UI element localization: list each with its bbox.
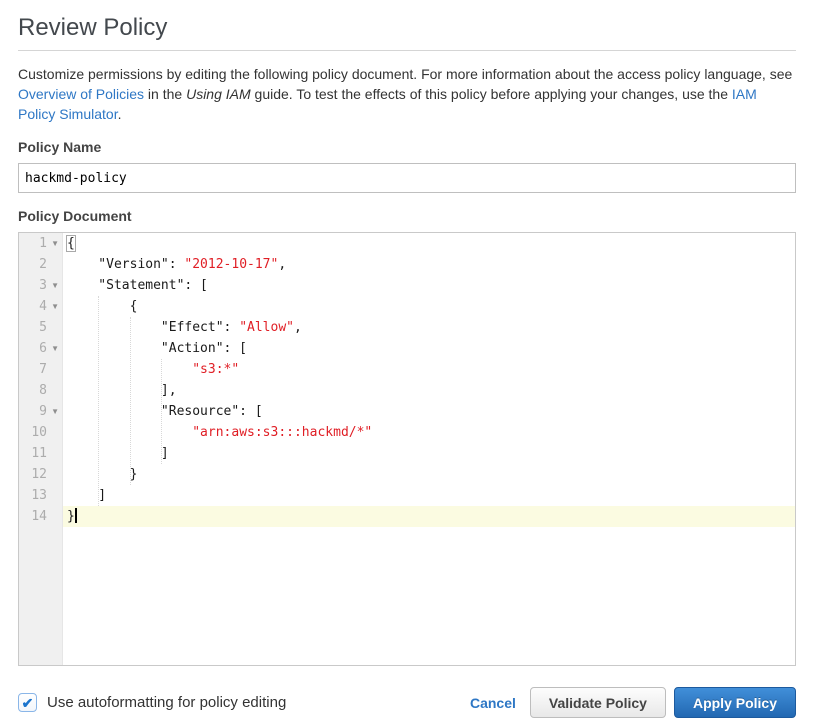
code-line[interactable]: { (63, 296, 795, 317)
description: Customize permissions by editing the fol… (18, 64, 796, 124)
policy-document-label: Policy Document (18, 208, 796, 224)
code-token: "Version": (67, 257, 184, 272)
code-token (67, 362, 192, 377)
validate-policy-button[interactable]: Validate Policy (530, 687, 666, 718)
code-line[interactable]: "Resource": [ (63, 401, 795, 422)
code-token: "Resource": [ (67, 404, 263, 419)
code-line[interactable]: "Statement": [ (63, 275, 795, 296)
code-token: ] (67, 446, 169, 461)
code-token: } (67, 467, 137, 482)
gutter-line-number: 13 (19, 485, 62, 506)
gutter-line-number: 3▼ (19, 275, 62, 296)
policy-document-editor[interactable]: 1▼23▼4▼56▼789▼1011121314 { "Version": "2… (18, 232, 796, 666)
code-line[interactable]: "Version": "2012-10-17", (63, 254, 795, 275)
gutter-line-number: 10 (19, 422, 62, 443)
code-line[interactable]: { (63, 233, 795, 254)
description-text-1: Customize permissions by editing the fol… (18, 66, 792, 82)
gutter-line-number: 9▼ (19, 401, 62, 422)
review-policy-page: Review Policy Customize permissions by e… (0, 0, 814, 718)
footer-actions: Cancel Validate Policy Apply Policy (470, 687, 796, 718)
title-divider (18, 50, 796, 51)
code-string-token: "s3:*" (192, 362, 239, 377)
code-string-token: "arn:aws:s3:::hackmd/*" (192, 425, 372, 440)
description-text-3: guide. To test the effects of this polic… (251, 86, 732, 102)
apply-policy-button[interactable]: Apply Policy (674, 687, 796, 718)
code-token: "Effect": (67, 320, 239, 335)
code-token: , (278, 257, 286, 272)
code-token: } (67, 509, 75, 524)
autoformat-toggle[interactable]: ✔ Use autoformatting for policy editing (18, 693, 286, 712)
description-text-4: . (118, 106, 122, 122)
gutter-line-number: 11 (19, 443, 62, 464)
code-token (67, 425, 192, 440)
code-line[interactable]: "arn:aws:s3:::hackmd/*" (63, 422, 795, 443)
fold-arrow-icon[interactable]: ▼ (51, 338, 59, 359)
autoformat-checkbox[interactable]: ✔ (18, 693, 37, 712)
overview-of-policies-link[interactable]: Overview of Policies (18, 86, 144, 102)
code-string-token: "2012-10-17" (184, 257, 278, 272)
guide-name: Using IAM (186, 86, 251, 102)
fold-arrow-icon[interactable]: ▼ (51, 275, 59, 296)
fold-arrow-icon[interactable]: ▼ (51, 233, 59, 254)
code-line[interactable]: ], (63, 380, 795, 401)
gutter-line-number: 4▼ (19, 296, 62, 317)
editor-code[interactable]: { "Version": "2012-10-17", "Statement": … (63, 233, 795, 665)
code-token: { (67, 299, 137, 314)
policy-name-input[interactable] (18, 163, 796, 193)
code-token: ] (67, 488, 106, 503)
code-line[interactable]: } (63, 464, 795, 485)
code-line[interactable]: ] (63, 443, 795, 464)
gutter-line-number: 14 (19, 506, 62, 527)
autoformat-label: Use autoformatting for policy editing (47, 694, 286, 711)
description-text-2: in the (144, 86, 186, 102)
code-token: { (66, 235, 76, 252)
code-token: ], (67, 383, 177, 398)
code-token: , (294, 320, 302, 335)
gutter-line-number: 6▼ (19, 338, 62, 359)
code-line[interactable]: "Effect": "Allow", (63, 317, 795, 338)
text-cursor (75, 508, 77, 523)
code-line[interactable]: ] (63, 485, 795, 506)
gutter-line-number: 2 (19, 254, 62, 275)
page-title: Review Policy (18, 14, 796, 50)
code-line[interactable]: "Action": [ (63, 338, 795, 359)
code-string-token: "Allow" (239, 320, 294, 335)
check-icon: ✔ (22, 696, 34, 710)
cancel-link[interactable]: Cancel (470, 695, 516, 711)
gutter-line-number: 8 (19, 380, 62, 401)
gutter-line-number: 5 (19, 317, 62, 338)
fold-arrow-icon[interactable]: ▼ (51, 296, 59, 317)
fold-arrow-icon[interactable]: ▼ (51, 401, 59, 422)
gutter-line-number: 7 (19, 359, 62, 380)
code-token: "Action": [ (67, 341, 247, 356)
code-line[interactable]: } (63, 506, 795, 527)
footer-bar: ✔ Use autoformatting for policy editing … (18, 687, 796, 718)
editor-gutter: 1▼23▼4▼56▼789▼1011121314 (19, 233, 63, 665)
gutter-line-number: 12 (19, 464, 62, 485)
code-token: "Statement": [ (67, 278, 208, 293)
code-line[interactable]: "s3:*" (63, 359, 795, 380)
gutter-line-number: 1▼ (19, 233, 62, 254)
policy-name-label: Policy Name (18, 139, 796, 155)
